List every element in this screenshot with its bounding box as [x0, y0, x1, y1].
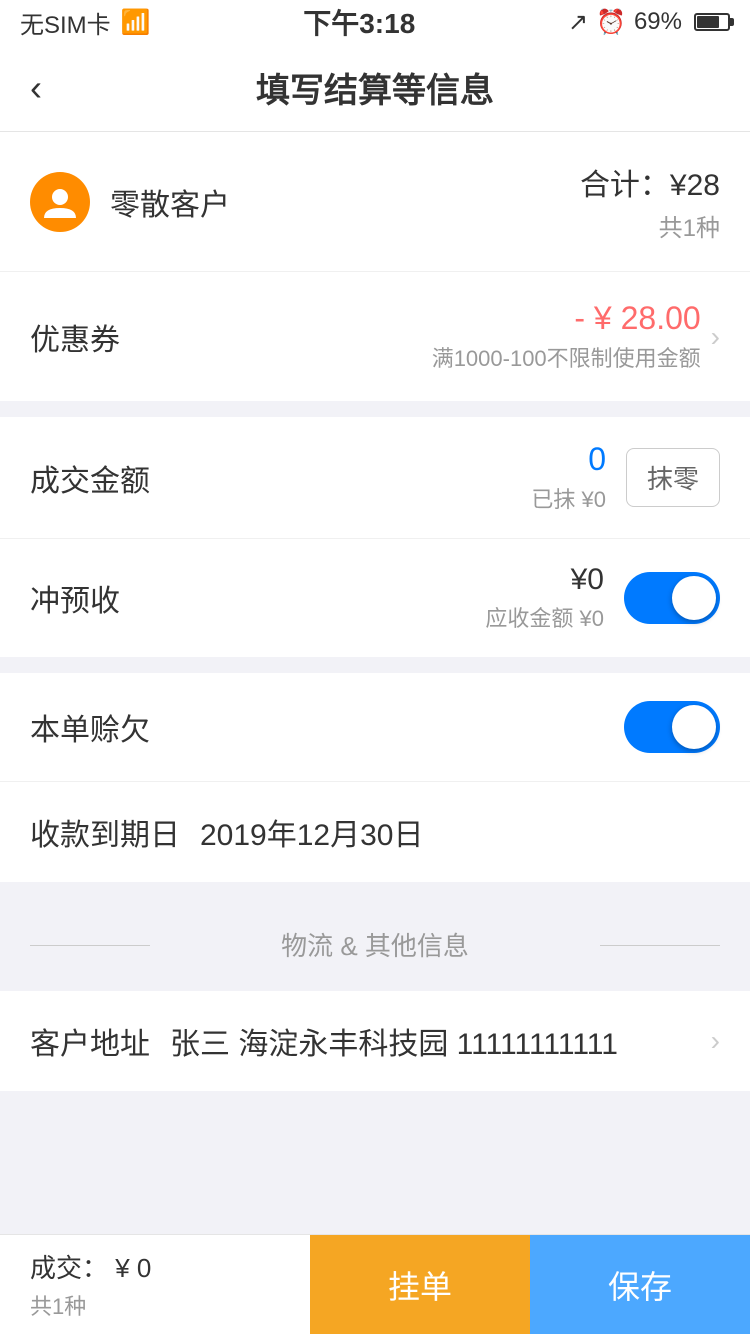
prepayment-toggle[interactable]	[624, 572, 720, 624]
credit-row: 本单赊欠	[0, 673, 750, 781]
transaction-right: 0 已抹 ¥0 抹零	[531, 441, 720, 514]
transaction-value[interactable]: 0	[531, 441, 606, 478]
due-date-label: 收款到期日	[30, 810, 180, 854]
address-value: 张三 海淀永丰科技园 11111111111	[170, 1019, 711, 1063]
prepayment-sub: 应收金额 ¥0	[485, 601, 604, 633]
logistics-title: 物流 & 其他信息	[281, 926, 469, 963]
address-chevron-icon: ›	[711, 1025, 720, 1057]
coupon-discount: - ¥ 28.00	[432, 300, 701, 337]
customer-left: 零散客户	[30, 172, 230, 232]
status-right: ↗ ⏰ 69%	[568, 8, 730, 37]
customer-row: 零散客户 合计：¥28 共1种	[0, 132, 750, 271]
coupon-right: - ¥ 28.00 满1000-100不限制使用金额 ›	[432, 300, 720, 373]
total-amount: 合计：¥28	[580, 160, 720, 204]
transaction-row: 成交金额 0 已抹 ¥0 抹零	[0, 417, 750, 539]
battery-percent: 69%	[634, 8, 682, 36]
bottom-trans-label: 成交： ¥ 0	[30, 1248, 280, 1285]
sim-text: 无SIM卡	[20, 5, 111, 40]
round-zero-button[interactable]: 抹零	[626, 448, 720, 507]
transaction-section: 成交金额 0 已抹 ¥0 抹零 冲预收 ¥0 应收金额 ¥0	[0, 417, 750, 657]
bottom-count: 共1种	[30, 1289, 280, 1321]
credit-toggle-knob	[672, 705, 716, 749]
prepayment-value: ¥0	[485, 563, 604, 597]
toggle-knob	[672, 576, 716, 620]
credit-section: 本单赊欠 收款到期日 2019年12月30日	[0, 673, 750, 882]
wifi-icon: 📶	[121, 8, 151, 37]
save-button[interactable]: 保存	[530, 1235, 750, 1334]
status-left: 无SIM卡 📶	[20, 5, 151, 40]
bottom-bar: 成交： ¥ 0 共1种 挂单 保存	[0, 1234, 750, 1334]
customer-section: 零散客户 合计：¥28 共1种 优惠券 - ¥ 28.00 满1000-100不…	[0, 132, 750, 401]
prepayment-right: ¥0 应收金额 ¥0	[485, 563, 720, 633]
customer-right: 合计：¥28 共1种	[580, 160, 720, 243]
transaction-sub: 已抹 ¥0	[531, 482, 606, 514]
chevron-right-icon: ›	[711, 321, 720, 353]
coupon-info: - ¥ 28.00 满1000-100不限制使用金额	[432, 300, 701, 373]
address-section: 客户地址 张三 海淀永丰科技园 11111111111 ›	[0, 991, 750, 1091]
nav-bar: ‹ 填写结算等信息	[0, 44, 750, 132]
coupon-desc: 满1000-100不限制使用金额	[432, 341, 701, 373]
amount-input-area: 0 已抹 ¥0	[531, 441, 606, 514]
customer-name: 零散客户	[110, 180, 230, 224]
due-date-value: 2019年12月30日	[200, 810, 423, 854]
alarm-icon: ⏰	[596, 8, 626, 37]
back-button[interactable]: ‹	[30, 67, 90, 109]
hold-button[interactable]: 挂单	[310, 1235, 530, 1334]
prepayment-amount: ¥0 应收金额 ¥0	[485, 563, 604, 633]
address-row[interactable]: 客户地址 张三 海淀永丰科技园 11111111111 ›	[0, 991, 750, 1091]
coupon-label: 优惠券	[30, 315, 120, 359]
credit-toggle[interactable]	[624, 701, 720, 753]
prepayment-row: 冲预收 ¥0 应收金额 ¥0	[0, 539, 750, 657]
page-title: 填写结算等信息	[256, 63, 494, 112]
location-icon: ↗	[568, 8, 588, 37]
prepayment-label: 冲预收	[30, 576, 150, 620]
logistics-header: 物流 & 其他信息	[0, 898, 750, 991]
address-label: 客户地址	[30, 1019, 150, 1063]
coupon-row[interactable]: 优惠券 - ¥ 28.00 满1000-100不限制使用金额 ›	[0, 271, 750, 401]
status-bar: 无SIM卡 📶 下午3:18 ↗ ⏰ 69%	[0, 0, 750, 44]
total-count: 共1种	[580, 208, 720, 243]
bottom-summary: 成交： ¥ 0 共1种	[0, 1235, 310, 1334]
transaction-label: 成交金额	[30, 456, 150, 500]
status-time: 下午3:18	[303, 2, 415, 42]
battery-icon	[694, 13, 730, 31]
due-date-row: 收款到期日 2019年12月30日	[0, 781, 750, 882]
credit-label: 本单赊欠	[30, 705, 150, 749]
avatar	[30, 172, 90, 232]
